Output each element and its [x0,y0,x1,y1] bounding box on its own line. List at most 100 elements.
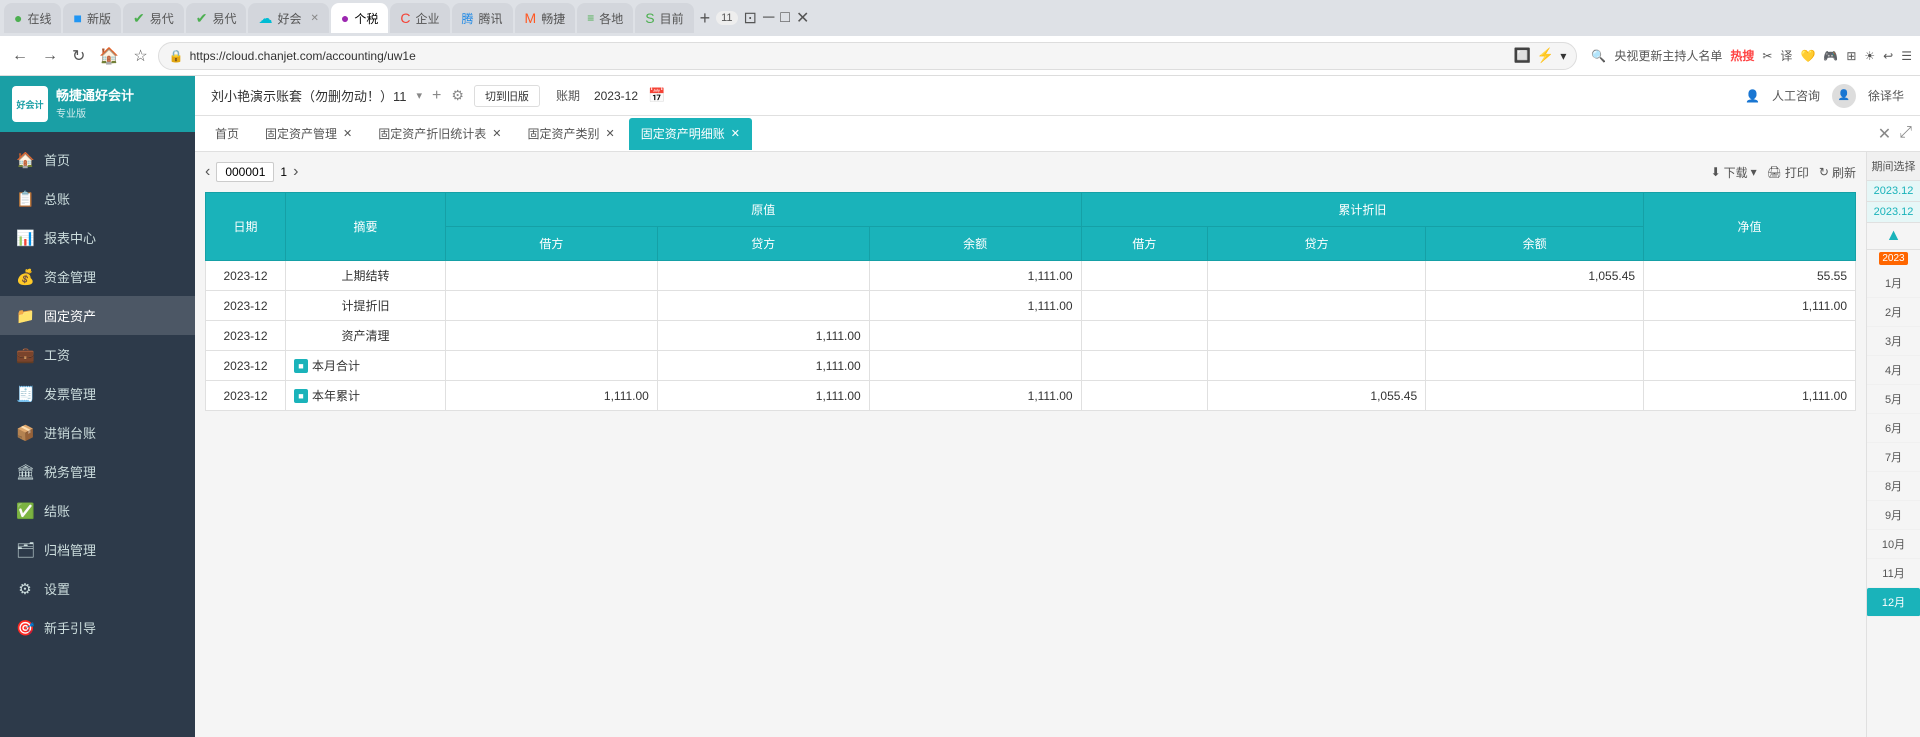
cell-summary-2: 资产清理 [286,321,446,351]
restore-btn[interactable]: ⊡ [744,8,757,28]
browser-tab-qy[interactable]: C 企业 [390,3,449,33]
translate-btn[interactable]: 译 [1780,47,1792,64]
tab-fa-detail-ledger[interactable]: 固定资产明细账 ✕ [629,118,752,150]
period-month-item[interactable]: 9月 [1867,501,1920,530]
period-up-btn[interactable]: ▲ [1867,223,1920,250]
sidebar-item-settings[interactable]: ⚙ 设置 [0,569,195,608]
grid-btn[interactable]: ⊞ [1846,49,1856,63]
download-btn[interactable]: ⬇ 下载 ▾ [1711,164,1757,181]
switch-version-btn[interactable]: 切到旧版 [474,85,540,107]
reload-btn[interactable]: ↻ [68,44,89,68]
tab-close-dep-stats[interactable]: ✕ [492,127,501,140]
tab-depreciation-stats[interactable]: 固定资产折旧统计表 ✕ [366,118,513,150]
tab-close-fa-mgmt[interactable]: ✕ [343,127,352,140]
table-row[interactable]: 2023-12 ■本年累计 1,111.00 1,111.00 1,111.00… [206,381,1856,411]
help-label[interactable]: 人工咨询 [1772,87,1820,104]
browser-tab-hj[interactable]: ☁ 好会 ✕ [248,3,328,33]
address-bar[interactable]: 🔒 https://cloud.chanjet.com/accounting/u… [158,42,1578,70]
table-row[interactable]: 2023-12 资产清理 1,111.00 [206,321,1856,351]
tab-icon-mq: S [645,10,654,26]
browser-tab-cj[interactable]: M 畅捷 [515,3,576,33]
maximize-btn[interactable]: □ [780,9,790,27]
period-selected-2[interactable]: 2023.12 [1867,202,1920,223]
browser-tab-tx[interactable]: 腾 腾讯 [452,3,513,33]
add-company-btn[interactable]: + [432,87,441,105]
tax-icon: 🏛 [16,463,34,481]
sidebar-item-payroll[interactable]: 💼 工资 [0,335,195,374]
tab-home[interactable]: 首页 [203,118,251,150]
cell-summary-3: ■本月合计 [286,351,446,381]
period-selected-1[interactable]: 2023.12 [1867,181,1920,202]
tab-close-fa-cat[interactable]: ✕ [606,127,615,140]
table-row[interactable]: 2023-12 ■本月合计 1,111.00 [206,351,1856,381]
period-month-item[interactable]: 2月 [1867,298,1920,327]
dropdown-btn[interactable]: ▾ [1560,49,1566,63]
hot-label[interactable]: 热搜 [1730,47,1754,64]
home-btn[interactable]: 🏠 [95,44,123,68]
table-row[interactable]: 2023-12 计提折旧 1,111.00 1,111.00 [206,291,1856,321]
browser-tab-mq[interactable]: S 目前 [635,3,693,33]
company-dropdown[interactable]: ▾ [417,89,423,102]
minimize-btn[interactable]: ─ [763,9,774,27]
period-month-item[interactable]: 8月 [1867,472,1920,501]
browser-tab-gd[interactable]: ≡ 各地 [577,3,633,33]
bookmark-btn[interactable]: ☆ [129,44,151,68]
sidebar-item-purchase-sales[interactable]: 📦 进销台账 [0,413,195,452]
sidebar-item-ledger[interactable]: 📋 总账 [0,179,195,218]
scissors-btn[interactable]: ✂ [1762,49,1772,63]
new-tab-btn[interactable]: + [700,8,711,29]
menu-btn[interactable]: ☰ [1901,49,1912,63]
browser-tab-yd2[interactable]: ✔ 易代 [186,3,247,33]
period-month-item[interactable]: 11月 [1867,559,1920,588]
cell-orig-credit-3: 1,111.00 [657,351,869,381]
tab-fa-category[interactable]: 固定资产类别 ✕ [515,118,626,150]
payroll-icon: 💼 [16,346,34,364]
browser-tab-online[interactable]: ● 在线 [4,3,61,33]
wallet-btn[interactable]: 💛 [1800,49,1815,63]
tab-win-close[interactable]: ✕ [1878,124,1891,144]
sun-btn[interactable]: ☀ [1864,49,1875,63]
sidebar-item-fixed-assets[interactable]: 📁 固定资产 [0,296,195,335]
print-btn[interactable]: 🖨 打印 [1767,164,1809,181]
sidebar-item-closing[interactable]: ✅ 结账 [0,491,195,530]
sidebar-item-archive[interactable]: 🗂 归档管理 [0,530,195,569]
table-row[interactable]: 2023-12 上期结转 1,111.00 1,055.45 55.55 [206,261,1856,291]
page-code[interactable]: 000001 [216,162,274,182]
game-btn[interactable]: 🎮 [1823,49,1838,63]
tab-win-expand[interactable]: ⤢ [1899,124,1912,144]
browser-tab-new[interactable]: ■ 新版 [63,3,120,33]
period-month-item[interactable]: 7月 [1867,443,1920,472]
tab-fixed-assets-mgmt[interactable]: 固定资产管理 ✕ [253,118,364,150]
tab-close-hj[interactable]: ✕ [310,13,318,24]
prev-page-btn[interactable]: ‹ [205,163,210,181]
browser-tab-gs[interactable]: ● 个税 [331,3,388,33]
undo-btn[interactable]: ↩ [1883,49,1893,63]
sidebar-item-reports[interactable]: 📊 报表中心 [0,218,195,257]
sidebar-item-guide[interactable]: 🎯 新手引导 [0,608,195,647]
tab-close-fa-detail[interactable]: ✕ [731,127,740,140]
th-date: 日期 [206,193,286,261]
user-name[interactable]: 徐译华 [1868,87,1904,104]
tab-icon-new: ■ [73,10,81,26]
browser-tab-yd1[interactable]: ✔ 易代 [123,3,184,33]
period-month-item[interactable]: 1月 [1867,269,1920,298]
period-month-item[interactable]: 4月 [1867,356,1920,385]
period-month-item[interactable]: 3月 [1867,327,1920,356]
period-month-item[interactable]: 10月 [1867,530,1920,559]
next-page-btn[interactable]: › [293,163,298,181]
period-month-item[interactable]: 6月 [1867,414,1920,443]
refresh-btn[interactable]: ↻ 刷新 [1819,164,1856,181]
sidebar-item-home[interactable]: 🏠 首页 [0,140,195,179]
refresh-icon: ↻ [1819,165,1829,179]
back-btn[interactable]: ← [8,45,32,67]
sidebar-item-funds[interactable]: 💰 资金管理 [0,257,195,296]
close-window-btn[interactable]: ✕ [796,8,809,28]
sidebar-item-invoice[interactable]: 🧾 发票管理 [0,374,195,413]
forward-btn[interactable]: → [38,45,62,67]
period-month-item[interactable]: 12月 [1867,588,1920,617]
calendar-icon[interactable]: 📅 [648,87,665,104]
sidebar-item-tax[interactable]: 🏛 税务管理 [0,452,195,491]
period-month-item[interactable]: 5月 [1867,385,1920,414]
settings-btn[interactable]: ⚙ [451,87,464,104]
period-label: 账期 [556,87,580,104]
